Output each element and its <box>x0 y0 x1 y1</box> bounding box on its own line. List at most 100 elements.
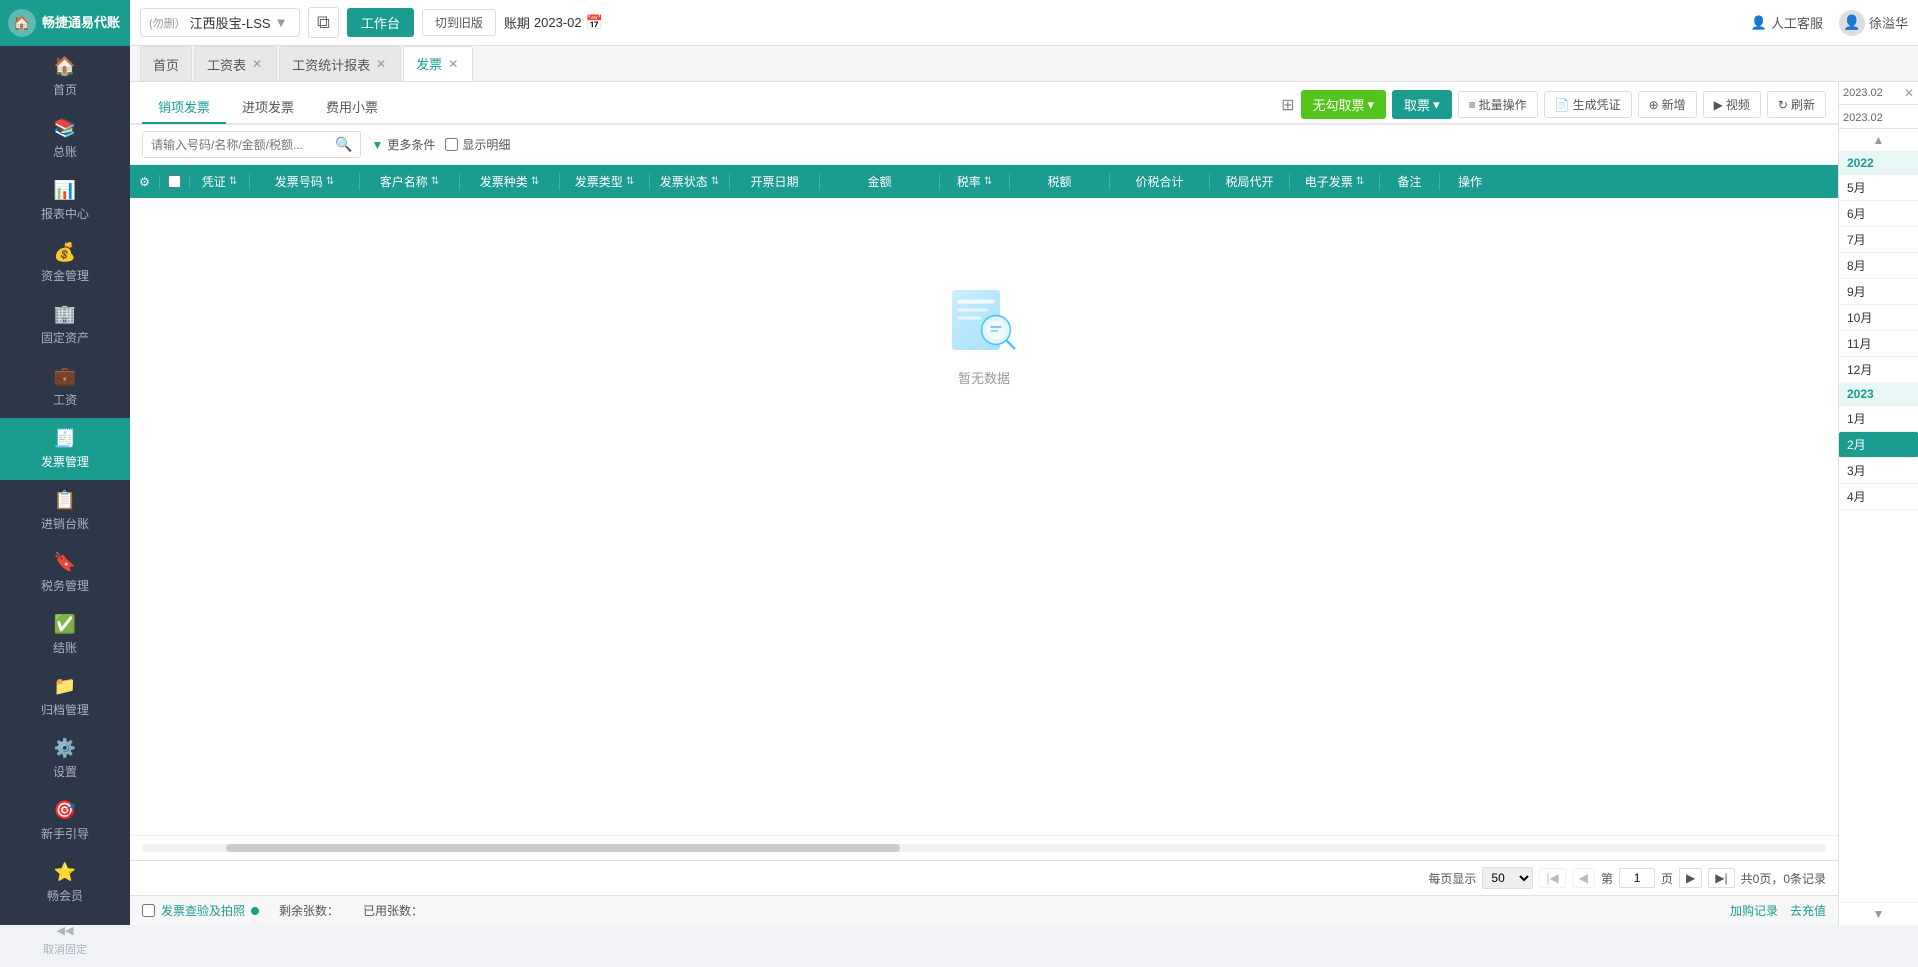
show-detail-checkbox[interactable] <box>445 138 458 151</box>
invoice-tab-close-icon[interactable]: ✕ <box>446 57 460 71</box>
tab-invoice[interactable]: 发票 ✕ <box>403 46 473 81</box>
generate-cert-button[interactable]: 📄 生成凭证 <box>1544 91 1632 118</box>
per-page-select[interactable]: 50 100 200 <box>1482 867 1533 889</box>
period-2023-2[interactable]: 2月 <box>1839 432 1918 458</box>
deduction-button[interactable]: 取票 ▾ <box>1392 90 1452 119</box>
refresh-icon: ↻ <box>1778 98 1788 112</box>
period-value: 2023-02 <box>534 15 582 30</box>
period-2022-12[interactable]: 12月 <box>1839 357 1918 383</box>
sidebar-item-assets-label: 固定资产 <box>41 329 89 346</box>
period-2022-8[interactable]: 8月 <box>1839 253 1918 279</box>
empty-state: 暂无数据 <box>130 198 1838 467</box>
sub-tab-sales-invoice[interactable]: 销项发票 <box>142 91 226 124</box>
sub-tab-expense-receipt[interactable]: 费用小票 <box>310 91 394 124</box>
service-label: 人工客服 <box>1771 13 1823 32</box>
page-input[interactable] <box>1619 868 1655 888</box>
sidebar-item-assets[interactable]: 🏢 固定资产 <box>0 294 130 356</box>
first-page-button[interactable]: |◀ <box>1539 868 1565 888</box>
period-2023-4[interactable]: 4月 <box>1839 484 1918 510</box>
th-e-invoice: 电子发票 ⇅ <box>1290 173 1380 190</box>
batch-op-label: 批量操作 <box>1479 96 1527 113</box>
sidebar-item-archive[interactable]: 📁 归档管理 <box>0 666 130 728</box>
tax-rate-sort-icon: ⇅ <box>984 176 992 187</box>
period-scroll-down-button[interactable]: ▼ <box>1839 902 1918 925</box>
horizontal-scrollbar[interactable] <box>142 844 1826 852</box>
invoice-check-link[interactable]: 发票查验及拍照 <box>161 902 245 919</box>
sidebar-item-ledger[interactable]: 📚 总账 <box>0 108 130 170</box>
sidebar-item-sales[interactable]: 📋 进销台账 <box>0 480 130 542</box>
table-header: ⚙ 凭证 ⇅ 发票号码 ⇅ <box>130 165 1838 198</box>
copy-button[interactable]: ⧉ <box>308 7 339 38</box>
scroll-up-icon: ▲ <box>1873 133 1885 147</box>
sidebar-item-settings[interactable]: ⚙️ 设置 <box>0 728 130 790</box>
sidebar-item-tax[interactable]: 🔖 税务管理 <box>0 542 130 604</box>
th-settings[interactable]: ⚙ <box>130 175 160 189</box>
last-page-button[interactable]: ▶| <box>1708 868 1734 888</box>
user-menu[interactable]: 👤 徐溢华 <box>1839 10 1908 36</box>
th-tax-total: 价税合计 <box>1110 173 1210 190</box>
sidebar-item-invoice[interactable]: 🧾 发票管理 <box>0 418 130 480</box>
search-icon: 🔍 <box>335 136 352 153</box>
period-2022-9[interactable]: 9月 <box>1839 279 1918 305</box>
sidebar-item-vip[interactable]: ⭐ 畅会员 <box>0 852 130 914</box>
content-area: 销项发票 进项发票 费用小票 ⊞ 无勾取票 ▾ 取票 ▾ <box>130 82 1838 925</box>
search-input[interactable] <box>151 138 331 152</box>
year-2023-label: 2023 <box>1839 383 1918 406</box>
customer-service-button[interactable]: 👤 人工客服 <box>1751 13 1823 32</box>
search-box[interactable]: 🔍 <box>142 131 361 158</box>
vip-icon: ⭐ <box>54 862 76 883</box>
batch-op-button[interactable]: ≡ 批量操作 <box>1458 91 1538 118</box>
company-label-prefix: (勿删） <box>149 15 186 31</box>
refresh-button[interactable]: ↻ 刷新 <box>1767 91 1826 118</box>
period-2022-5[interactable]: 5月 <box>1839 175 1918 201</box>
period-calendar-icon[interactable]: 📅 <box>586 14 603 31</box>
new-button[interactable]: ⊕ 新增 <box>1638 91 1697 118</box>
more-conditions-button[interactable]: ▼ 更多条件 <box>371 136 435 153</box>
sidebar-item-salary[interactable]: 💼 工资 <box>0 356 130 418</box>
salary-report-tab-close-icon[interactable]: ✕ <box>374 57 388 71</box>
tab-salary-report[interactable]: 工资统计报表 ✕ <box>279 46 401 81</box>
billing-link[interactable]: 去充值 <box>1790 902 1826 919</box>
join-member-link[interactable]: 加购记录 <box>1730 902 1778 919</box>
tab-salary[interactable]: 工资表 ✕ <box>194 46 277 81</box>
panel-close-icon[interactable]: ✕ <box>1904 86 1914 100</box>
sub-tab-purchase-invoice[interactable]: 进项发票 <box>226 91 310 124</box>
select-all-checkbox[interactable] <box>168 175 181 188</box>
th-checkbox[interactable] <box>160 175 190 188</box>
period-panel: 2023.02 ✕ 2023.02 ▲ 2022 5月 6月 7月 8月 9月 … <box>1838 82 1918 925</box>
sidebar-collapse[interactable]: ◀◀ 取消固定 <box>0 914 130 967</box>
settings-column-icon: ⚙ <box>139 175 150 189</box>
period-2023-1[interactable]: 1月 <box>1839 406 1918 432</box>
filter-bar: 🔍 ▼ 更多条件 显示明细 <box>130 125 1838 165</box>
video-button[interactable]: ▶ 视频 <box>1703 91 1761 118</box>
table-wrapper: ⚙ 凭证 ⇅ 发票号码 ⇅ <box>130 165 1838 467</box>
total-label: 共0页，0条记录 <box>1741 870 1826 887</box>
company-selector[interactable]: (勿删） 江西股宝-LSS ▼ <box>140 8 300 37</box>
period-2022-7[interactable]: 7月 <box>1839 227 1918 253</box>
period-2022-6[interactable]: 6月 <box>1839 201 1918 227</box>
top-header: (勿删） 江西股宝-LSS ▼ ⧉ 工作台 切到旧版 账期 2023-02 📅 … <box>130 0 1918 46</box>
invoice-check-checkbox[interactable] <box>142 904 155 917</box>
period-2022-10[interactable]: 10月 <box>1839 305 1918 331</box>
settings-icon: ⚙️ <box>54 738 76 759</box>
scroll-down-icon: ▼ <box>1873 907 1885 921</box>
no-deduction-button[interactable]: 无勾取票 ▾ <box>1301 90 1387 119</box>
sidebar-item-finance[interactable]: 💰 资金管理 <box>0 232 130 294</box>
sidebar-item-home[interactable]: 🏠 首页 <box>0 46 130 108</box>
grid-view-icon[interactable]: ⊞ <box>1281 95 1294 115</box>
salary-tab-close-icon[interactable]: ✕ <box>250 57 264 71</box>
period-scroll-up-button[interactable]: ▲ <box>1839 129 1918 152</box>
period-2023-3[interactable]: 3月 <box>1839 458 1918 484</box>
old-version-button[interactable]: 切到旧版 <box>422 9 496 36</box>
period-2022-11[interactable]: 11月 <box>1839 331 1918 357</box>
prev-page-button[interactable]: ◀ <box>1572 868 1595 888</box>
next-page-button[interactable]: ▶ <box>1679 868 1702 888</box>
sidebar-item-guide-label: 新手引导 <box>41 825 89 842</box>
sidebar-item-guide[interactable]: 🎯 新手引导 <box>0 790 130 852</box>
sidebar-item-reports[interactable]: 📊 报表中心 <box>0 170 130 232</box>
tab-home[interactable]: 首页 <box>140 46 192 81</box>
sidebar-item-close[interactable]: ✅ 结账 <box>0 604 130 666</box>
sidebar-item-home-label: 首页 <box>53 81 77 98</box>
workspace-button[interactable]: 工作台 <box>347 8 414 37</box>
show-detail-checkbox-area[interactable]: 显示明细 <box>445 136 510 153</box>
